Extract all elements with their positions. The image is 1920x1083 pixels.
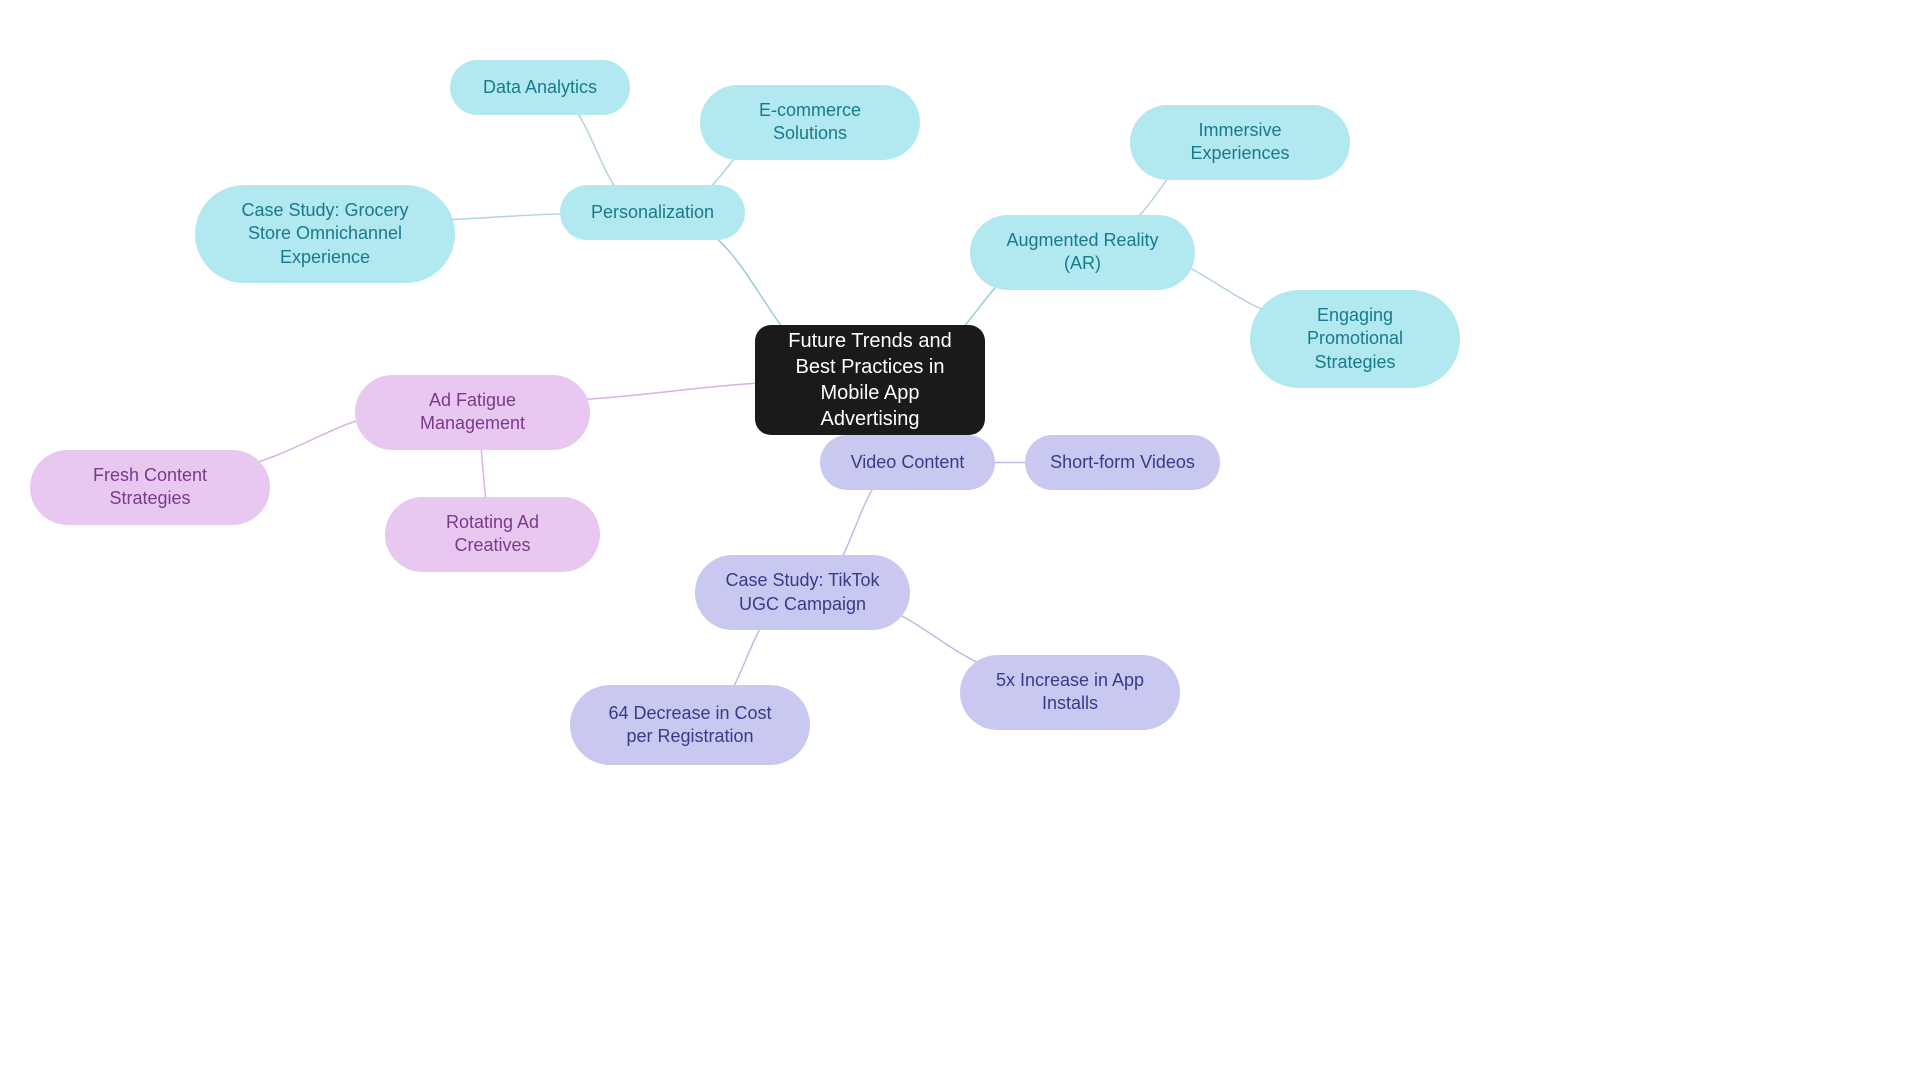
tiktok-case-node: Case Study: TikTok UGC Campaign (695, 555, 910, 630)
shortform-node: Short-form Videos (1025, 435, 1220, 490)
increase-installs-node: 5x Increase in App Installs (960, 655, 1180, 730)
grocery-case-node: Case Study: Grocery Store Omnichannel Ex… (195, 185, 455, 283)
immersive-node: Immersive Experiences (1130, 105, 1350, 180)
data-analytics-node: Data Analytics (450, 60, 630, 115)
personalization-node: Personalization (560, 185, 745, 240)
ad-fatigue-node: Ad Fatigue Management (355, 375, 590, 450)
decrease-cost-node: 64 Decrease in Cost per Registration (570, 685, 810, 765)
fresh-content-node: Fresh Content Strategies (30, 450, 270, 525)
video-content-node: Video Content (820, 435, 995, 490)
center-node: Future Trends and Best Practices in Mobi… (755, 325, 985, 435)
ecommerce-node: E-commerce Solutions (700, 85, 920, 160)
rotating-ads-node: Rotating Ad Creatives (385, 497, 600, 572)
engaging-node: Engaging Promotional Strategies (1250, 290, 1460, 388)
ar-node: Augmented Reality (AR) (970, 215, 1195, 290)
